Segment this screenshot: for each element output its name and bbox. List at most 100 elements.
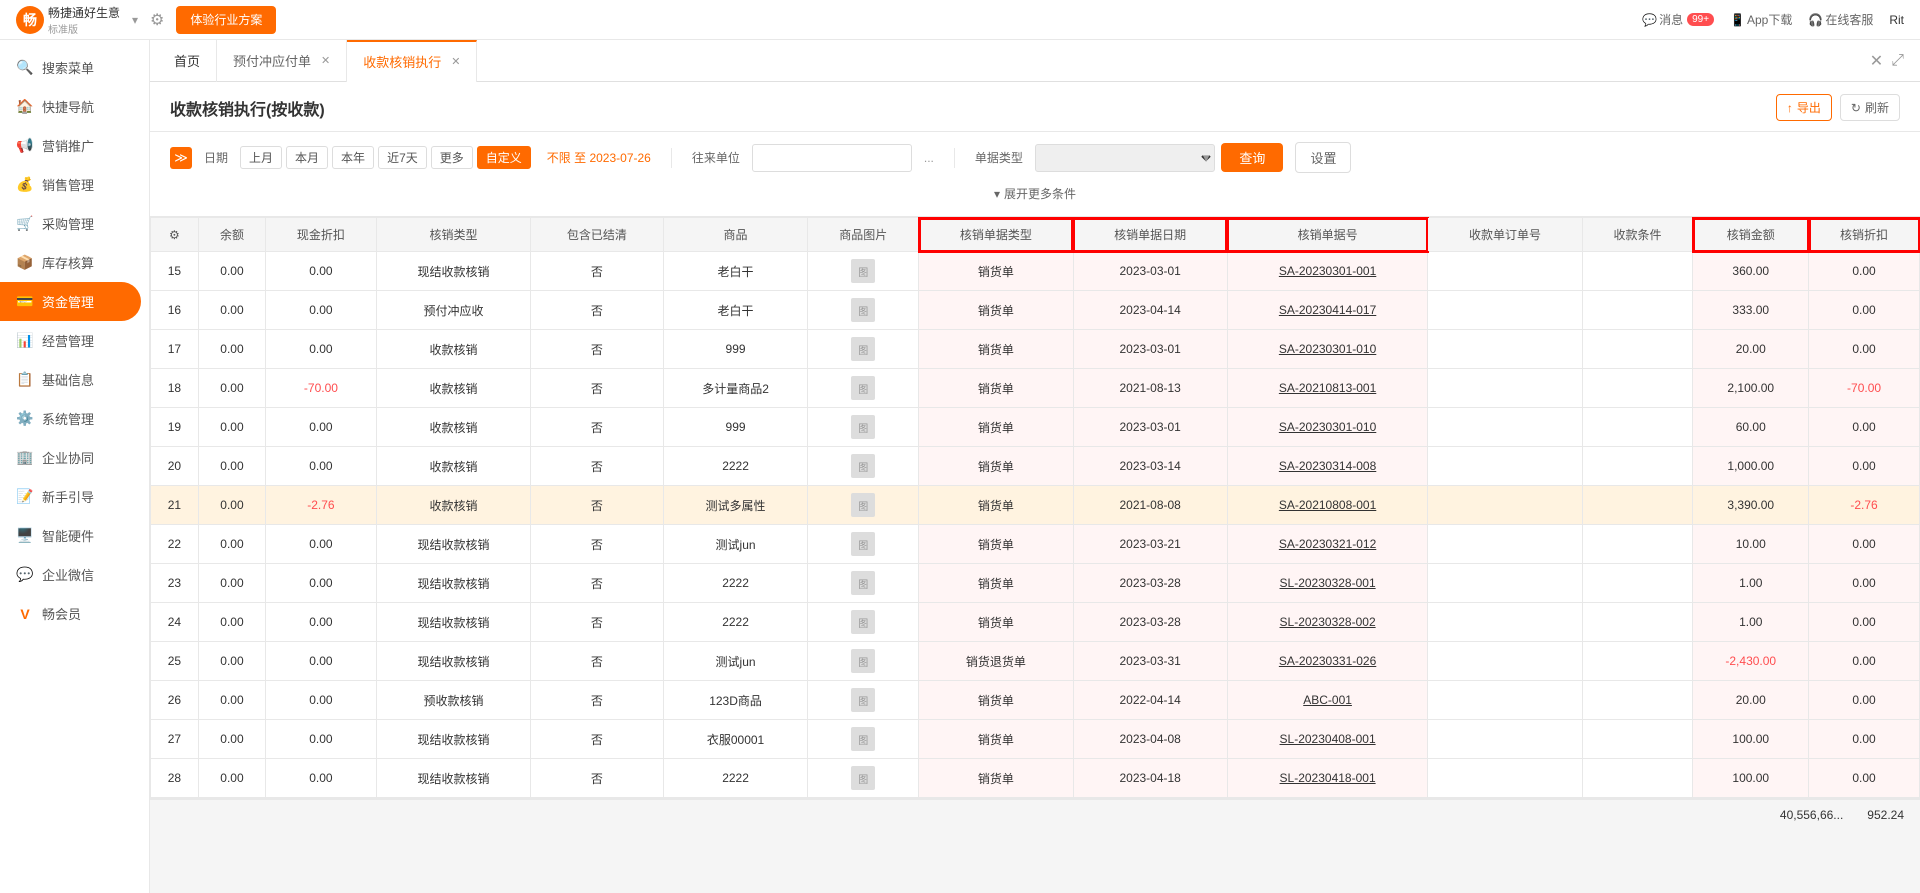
logo-text: 畅捷通好生意 [48,4,120,21]
sidebar-item-purchase[interactable]: 🛒 采购管理 [0,204,149,243]
table-cell: 图 [808,291,919,330]
table-cell: 销货单 [919,369,1073,408]
basic-icon: 📋 [16,371,34,389]
verify-number-cell[interactable]: SA-20230301-001 [1227,252,1427,291]
sidebar-item-inventory[interactable]: 📦 库存核算 [0,243,149,282]
date-btn-custom[interactable]: 自定义 [477,146,531,169]
export-button[interactable]: ↑ 导出 [1776,94,1832,121]
tab-home[interactable]: 首页 [158,40,217,82]
sidebar-label-wechat: 企业微信 [42,565,94,584]
table-cell: 现结收款核销 [376,252,530,291]
tab-prepay[interactable]: 预付冲应付单 ✕ [217,40,347,82]
tab-close-all-icon[interactable]: ✕ [1870,51,1883,71]
col-settings[interactable]: ⚙ [151,218,199,252]
verify-number-cell[interactable]: SA-20230321-012 [1227,525,1427,564]
date-btn-this-month[interactable]: 本月 [286,146,328,169]
logo-icon: 畅 [16,6,44,34]
verify-number-cell[interactable]: SA-20210813-001 [1227,369,1427,408]
verify-number-cell[interactable]: SA-20230414-017 [1227,291,1427,330]
date-btn-7days[interactable]: 近7天 [378,146,427,169]
verify-number-cell[interactable]: SL-20230418-001 [1227,759,1427,798]
sidebar-item-quick[interactable]: 🏠 快捷导航 [0,87,149,126]
wechat-icon: 💬 [16,566,34,584]
table-cell: 22 [151,525,199,564]
table-cell [1428,408,1582,447]
tab-receipt[interactable]: 收款核销执行 ✕ [347,40,477,82]
verify-number-cell[interactable]: SL-20230328-001 [1227,564,1427,603]
sidebar-item-operation[interactable]: 📊 经营管理 [0,321,149,360]
sidebar-item-guide[interactable]: 📝 新手引导 [0,477,149,516]
table-cell: 0.00 [266,291,377,330]
verify-number-cell[interactable]: SA-20230301-010 [1227,408,1427,447]
tab-receipt-close[interactable]: ✕ [451,55,460,68]
filter-expand-icon[interactable]: ≫ [170,147,192,169]
sidebar-item-member[interactable]: V 畅会员 [0,594,149,633]
online-service[interactable]: 🎧 在线客服 [1808,11,1873,28]
user-name[interactable]: Rit [1889,13,1904,27]
expand-more-btn[interactable]: ▾ 展开更多条件 [994,181,1076,206]
sidebar-item-finance[interactable]: 💳 资金管理 [0,282,141,321]
tab-bar-right: ✕ ⤢ [1870,51,1912,71]
verify-number-cell[interactable]: SA-20210808-001 [1227,486,1427,525]
notification-badge: 99+ [1687,13,1714,26]
verify-number-cell[interactable]: SL-20230328-002 [1227,603,1427,642]
table-cell: 否 [531,603,664,642]
industry-btn[interactable]: 体验行业方案 [176,6,276,34]
sidebar-item-sales[interactable]: 💰 销售管理 [0,165,149,204]
sidebar-item-hardware[interactable]: 🖥️ 智能硬件 [0,516,149,555]
table-cell: 0.00 [1809,291,1920,330]
sidebar-item-search[interactable]: 🔍 搜索菜单 [0,48,149,87]
setting-button[interactable]: 设置 [1295,142,1351,173]
table-cell: -70.00 [266,369,377,408]
refresh-button[interactable]: ↻ 刷新 [1840,94,1900,121]
notifications[interactable]: 💬 消息 99+ [1642,11,1714,28]
export-label: 导出 [1797,99,1821,116]
verify-number-cell[interactable]: SA-20230301-010 [1227,330,1427,369]
table-cell: 2,100.00 [1693,369,1809,408]
logo-dropdown-icon[interactable]: ▾ [132,13,138,27]
partner-input[interactable] [752,144,912,172]
sidebar-item-enterprise[interactable]: 🏢 企业协同 [0,438,149,477]
table-cell [1428,681,1582,720]
table-cell [1582,486,1693,525]
verify-number-cell[interactable]: SA-20230331-026 [1227,642,1427,681]
logo-area: 畅 畅捷通好生意 标准版 [16,4,120,36]
table-cell: 0.00 [1809,603,1920,642]
sidebar-item-wechat[interactable]: 💬 企业微信 [0,555,149,594]
tab-home-label: 首页 [174,51,200,70]
sidebar-label-enterprise: 企业协同 [42,448,94,467]
query-button[interactable]: 查询 [1221,143,1283,172]
col-receipt-order: 收款单订单号 [1428,218,1582,252]
tab-prepay-close[interactable]: ✕ [321,54,330,67]
table-cell [1582,564,1693,603]
date-btn-this-year[interactable]: 本年 [332,146,374,169]
table-cell: 0.00 [198,486,265,525]
sidebar-item-system[interactable]: ⚙️ 系统管理 [0,399,149,438]
member-icon: V [16,605,34,623]
table-cell: 2222 [663,759,808,798]
sidebar-item-marketing[interactable]: 📢 营销推广 [0,126,149,165]
export-icon: ↑ [1787,101,1793,115]
tab-expand-icon[interactable]: ⤢ [1891,52,1904,70]
sidebar-item-basic[interactable]: 📋 基础信息 [0,360,149,399]
table-cell: 0.00 [198,330,265,369]
table-row: 220.000.00现结收款核销否测试jun图销货单2023-03-21SA-2… [151,525,1920,564]
sidebar-label-operation: 经营管理 [42,331,94,350]
table-cell: 15 [151,252,199,291]
date-btn-last-month[interactable]: 上月 [240,146,282,169]
table-cell [1582,525,1693,564]
voucher-type-select[interactable] [1035,144,1215,172]
table-cell: 收款核销 [376,330,530,369]
table-cell: 0.00 [266,252,377,291]
verify-number-cell[interactable]: SL-20230408-001 [1227,720,1427,759]
table-cell: 图 [808,369,919,408]
table-cell: 2021-08-08 [1073,486,1227,525]
settings-icon[interactable]: ⚙ [150,10,164,30]
verify-number-cell[interactable]: ABC-001 [1227,681,1427,720]
table-cell: 现结收款核销 [376,642,530,681]
app-download[interactable]: 📱 App下载 [1730,11,1792,28]
sidebar-label-purchase: 采购管理 [42,214,94,233]
verify-number-cell[interactable]: SA-20230314-008 [1227,447,1427,486]
table-cell: 测试多属性 [663,486,808,525]
date-btn-more[interactable]: 更多 [431,146,473,169]
